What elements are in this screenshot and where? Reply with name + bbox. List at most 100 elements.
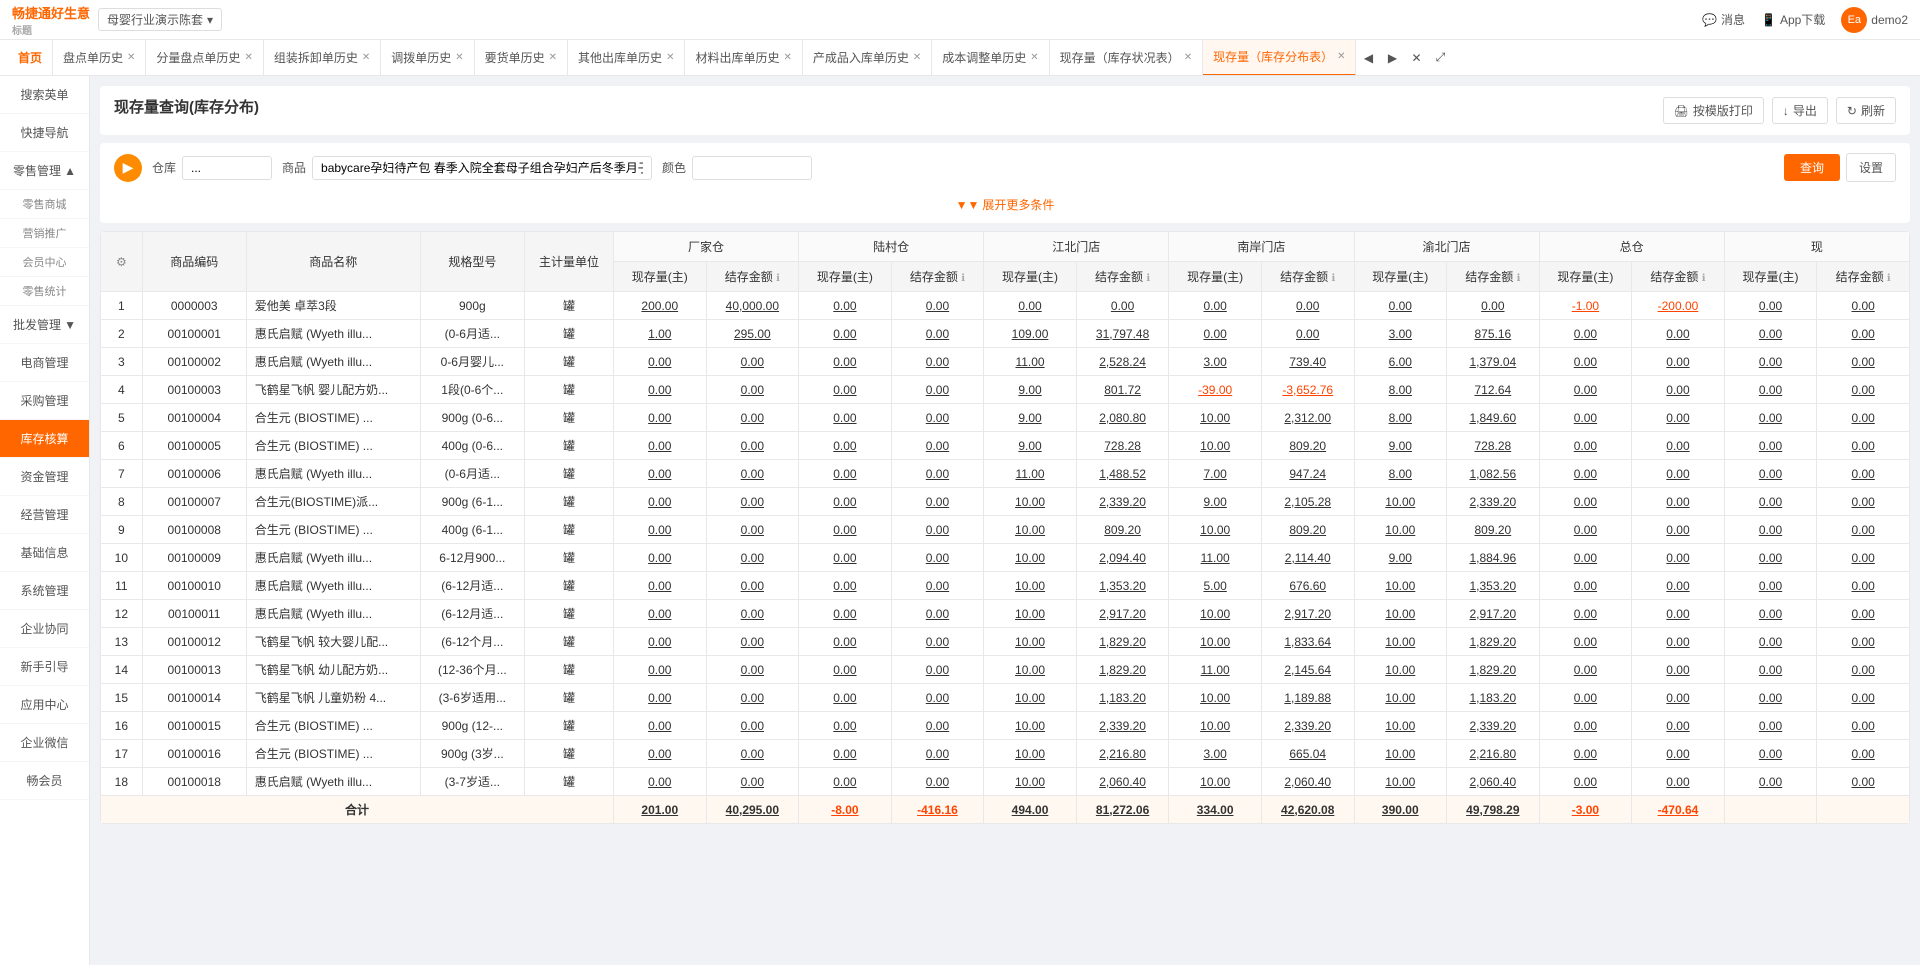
num-cell[interactable]: 10.00 <box>1354 600 1447 628</box>
num-cell[interactable]: 0.00 <box>891 768 984 796</box>
info-icon[interactable]: ℹ <box>1331 273 1335 284</box>
num-cell[interactable]: 0.00 <box>1817 572 1910 600</box>
num-cell[interactable]: 0.00 <box>1076 292 1169 320</box>
tab-home[interactable]: 首页 <box>8 40 53 76</box>
num-cell[interactable]: 2,917.20 <box>1261 600 1354 628</box>
num-cell[interactable]: 0.00 <box>706 684 799 712</box>
tab-inventory-distribution[interactable]: 现存量（库存分布表） ✕ <box>1203 40 1356 76</box>
num-cell[interactable]: 0.00 <box>1817 768 1910 796</box>
num-cell[interactable]: 0.00 <box>799 544 892 572</box>
num-cell[interactable]: 0.00 <box>799 488 892 516</box>
num-cell[interactable]: 10.00 <box>1169 628 1262 656</box>
num-cell[interactable]: 10.00 <box>1354 712 1447 740</box>
num-cell[interactable]: 0.00 <box>614 740 707 768</box>
num-cell[interactable]: 0.00 <box>706 516 799 544</box>
close-icon[interactable]: ✕ <box>913 52 921 63</box>
num-cell[interactable]: 0.00 <box>1724 320 1817 348</box>
num-cell[interactable]: 0.00 <box>1632 628 1725 656</box>
sidebar-item-inventory[interactable]: 库存核算 <box>0 420 89 458</box>
num-cell[interactable]: 10.00 <box>984 516 1077 544</box>
num-cell[interactable]: 10.00 <box>984 572 1077 600</box>
close-icon[interactable]: ✕ <box>127 52 135 63</box>
num-cell[interactable]: 10.00 <box>984 488 1077 516</box>
num-cell[interactable]: 2,114.40 <box>1261 544 1354 572</box>
num-cell[interactable]: 0.00 <box>891 292 984 320</box>
close-icon[interactable]: ✕ <box>455 52 463 63</box>
num-cell[interactable]: 0.00 <box>1724 600 1817 628</box>
num-cell[interactable]: 109.00 <box>984 320 1077 348</box>
refresh-button[interactable]: ↻ 刷新 <box>1836 97 1896 124</box>
sidebar-item-guide[interactable]: 新手引导 <box>0 648 89 686</box>
num-cell[interactable]: 0.00 <box>1724 348 1817 376</box>
num-cell[interactable]: 0.00 <box>891 600 984 628</box>
num-cell[interactable]: 1,488.52 <box>1076 460 1169 488</box>
num-cell[interactable]: 0.00 <box>706 544 799 572</box>
num-cell[interactable]: 0.00 <box>1539 488 1632 516</box>
num-cell[interactable]: 10.00 <box>984 768 1077 796</box>
tab-next-btn[interactable]: ▶ <box>1380 40 1404 76</box>
info-icon[interactable]: ℹ <box>961 273 965 284</box>
num-cell[interactable]: 0.00 <box>1817 404 1910 432</box>
num-cell[interactable]: 0.00 <box>1632 684 1725 712</box>
num-cell[interactable]: -200.00 <box>1632 292 1725 320</box>
num-cell[interactable]: 11.00 <box>1169 544 1262 572</box>
messages-btn[interactable]: 💬 消息 <box>1702 11 1745 28</box>
num-cell[interactable]: 0.00 <box>614 684 707 712</box>
num-cell[interactable]: 0.00 <box>1632 544 1725 572</box>
num-cell[interactable]: 0.00 <box>1817 712 1910 740</box>
product-input[interactable] <box>312 156 652 180</box>
num-cell[interactable]: 1,183.20 <box>1447 684 1540 712</box>
close-icon[interactable]: ✕ <box>783 52 791 63</box>
num-cell[interactable]: 947.24 <box>1261 460 1354 488</box>
num-cell[interactable]: 1,183.20 <box>1076 684 1169 712</box>
tab-requisition-history[interactable]: 要货单历史 ✕ <box>475 40 568 76</box>
num-cell[interactable]: 0.00 <box>1817 628 1910 656</box>
num-cell[interactable]: 0.00 <box>1724 460 1817 488</box>
num-cell[interactable]: 7.00 <box>1169 460 1262 488</box>
num-cell[interactable]: 0.00 <box>891 404 984 432</box>
num-cell[interactable]: 0.00 <box>1817 544 1910 572</box>
tab-prev-btn[interactable]: ◀ <box>1356 40 1380 76</box>
num-cell[interactable]: 295.00 <box>706 320 799 348</box>
num-cell[interactable]: 0.00 <box>614 432 707 460</box>
num-cell[interactable]: 0.00 <box>1724 768 1817 796</box>
num-cell[interactable]: 0.00 <box>1632 460 1725 488</box>
num-cell[interactable]: 0.00 <box>1539 740 1632 768</box>
num-cell[interactable]: 0.00 <box>1724 712 1817 740</box>
user-menu[interactable]: Ea demo2 <box>1841 7 1908 33</box>
num-cell[interactable]: 0.00 <box>799 768 892 796</box>
tab-split-history[interactable]: 分量盘点单历史 ✕ <box>146 40 263 76</box>
num-cell[interactable]: 0.00 <box>799 740 892 768</box>
query-button[interactable]: 查询 <box>1784 154 1840 181</box>
num-cell[interactable]: 0.00 <box>1539 768 1632 796</box>
num-cell[interactable]: 809.20 <box>1261 516 1354 544</box>
num-cell[interactable]: 0.00 <box>799 684 892 712</box>
num-cell[interactable]: 0.00 <box>799 432 892 460</box>
num-cell[interactable]: 1,829.20 <box>1447 628 1540 656</box>
num-cell[interactable]: 0.00 <box>1539 376 1632 404</box>
num-cell[interactable]: 0.00 <box>1261 320 1354 348</box>
num-cell[interactable]: 1,353.20 <box>1447 572 1540 600</box>
num-cell[interactable]: 9.00 <box>984 376 1077 404</box>
num-cell[interactable]: 11.00 <box>984 460 1077 488</box>
num-cell[interactable]: 0.00 <box>799 712 892 740</box>
num-cell[interactable]: 10.00 <box>984 684 1077 712</box>
num-cell[interactable]: 1,833.64 <box>1261 628 1354 656</box>
num-cell[interactable]: 10.00 <box>1354 628 1447 656</box>
num-cell[interactable]: 0.00 <box>1539 544 1632 572</box>
num-cell[interactable]: 665.04 <box>1261 740 1354 768</box>
num-cell[interactable]: 0.00 <box>1539 460 1632 488</box>
num-cell[interactable]: 0.00 <box>891 740 984 768</box>
brand-selector[interactable]: 母婴行业演示陈套 ▾ <box>98 8 222 31</box>
num-cell[interactable]: 1,829.20 <box>1447 656 1540 684</box>
close-icon[interactable]: ✕ <box>666 52 674 63</box>
num-cell[interactable]: 2,528.24 <box>1076 348 1169 376</box>
tab-inventory-history[interactable]: 盘点单历史 ✕ <box>53 40 146 76</box>
num-cell[interactable]: 10.00 <box>1354 684 1447 712</box>
num-cell[interactable]: 809.20 <box>1261 432 1354 460</box>
sidebar-item-apps[interactable]: 应用中心 <box>0 686 89 724</box>
num-cell[interactable]: 10.00 <box>1169 432 1262 460</box>
num-cell[interactable]: 0.00 <box>891 572 984 600</box>
num-cell[interactable]: 0.00 <box>1539 516 1632 544</box>
num-cell[interactable]: 0.00 <box>706 712 799 740</box>
